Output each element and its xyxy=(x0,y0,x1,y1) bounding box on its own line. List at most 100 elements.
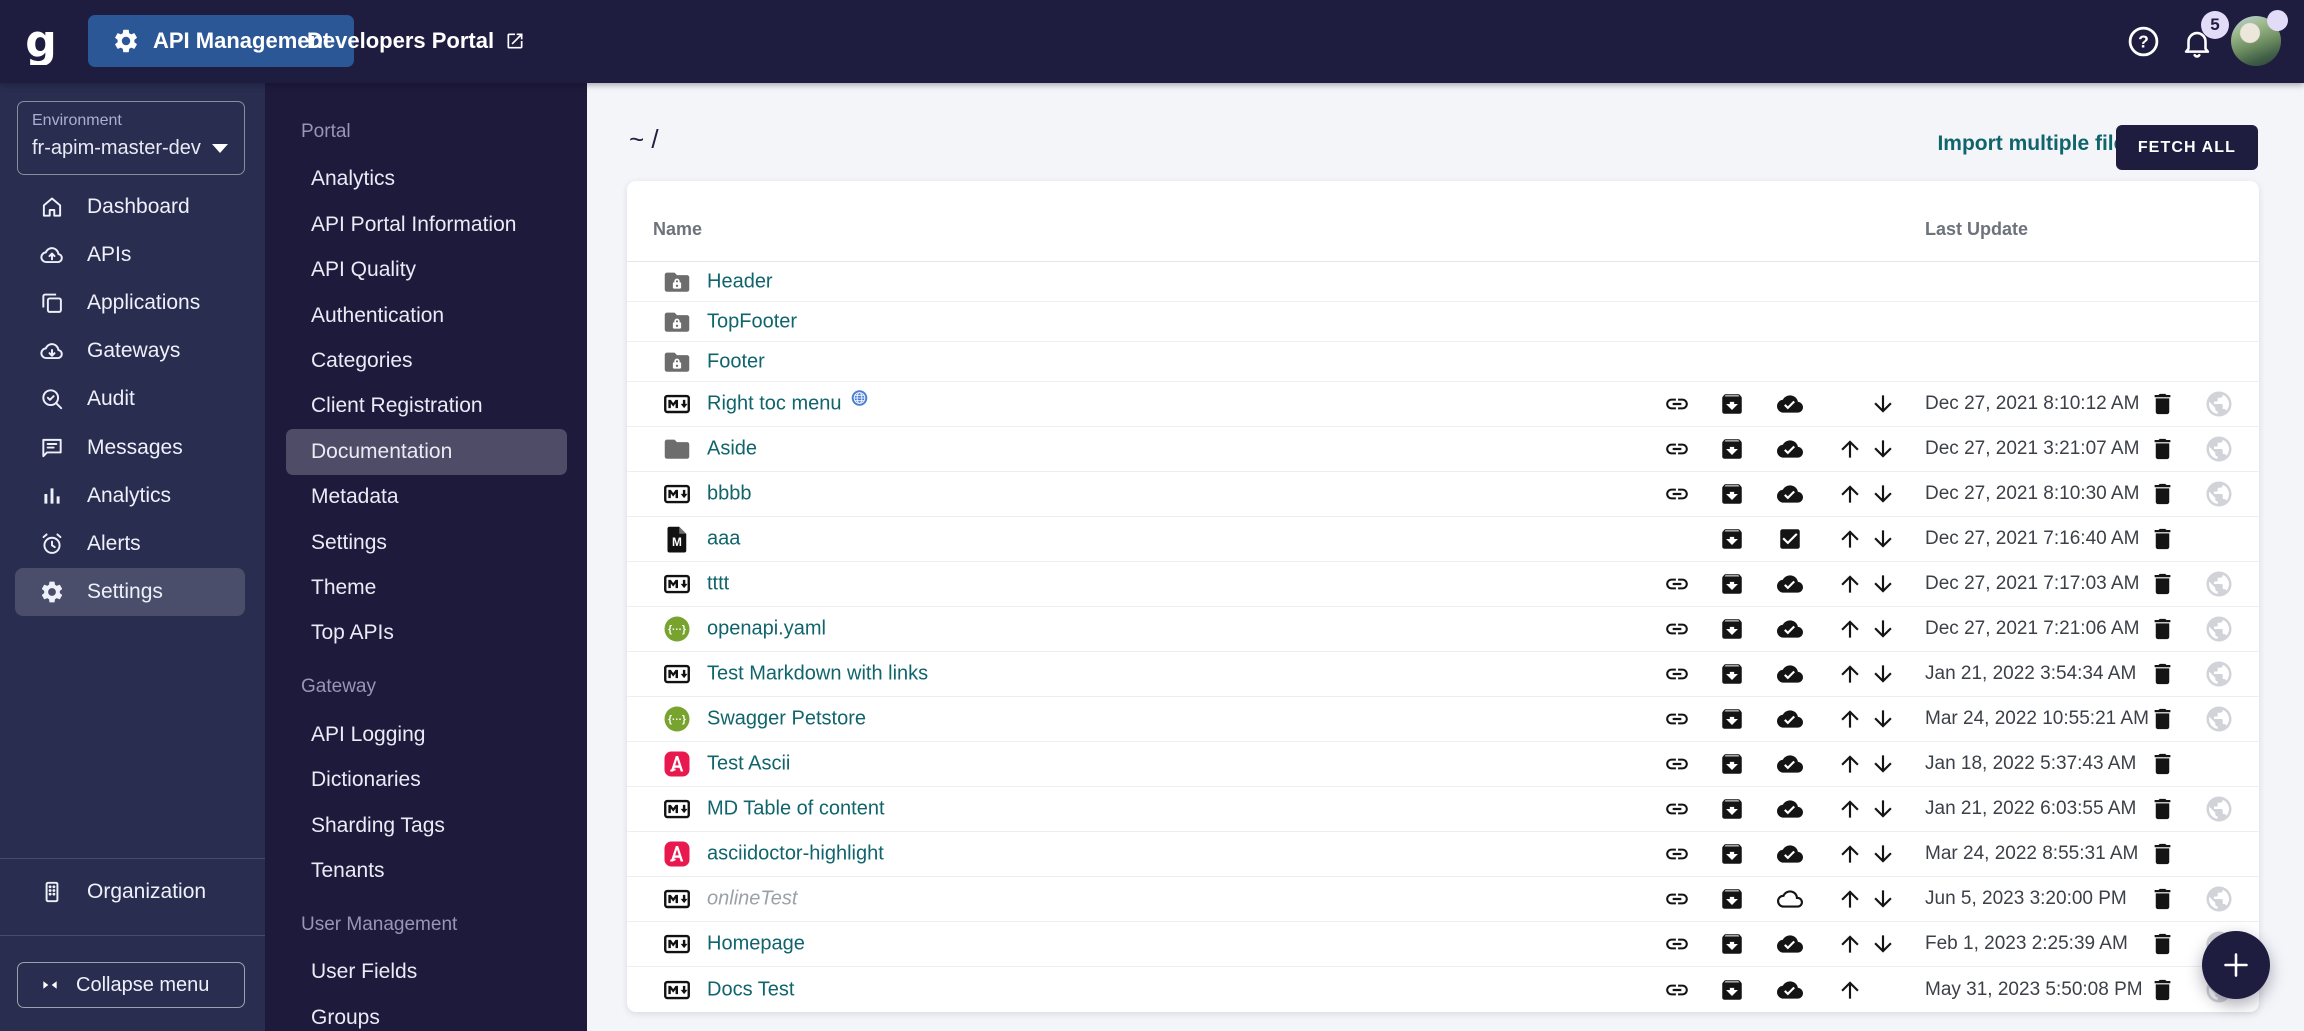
subnav-item-dictionaries[interactable]: Dictionaries xyxy=(286,757,567,803)
copy-link-button[interactable] xyxy=(1664,886,1690,912)
move-down-button[interactable] xyxy=(1870,751,1896,777)
publish-status-cloud-icon[interactable] xyxy=(1777,481,1803,507)
save-button[interactable] xyxy=(1719,751,1745,777)
page-name-link[interactable]: tttt xyxy=(707,573,729,596)
copy-link-button[interactable] xyxy=(1664,661,1690,687)
publish-status-cloud-icon[interactable] xyxy=(1777,571,1803,597)
environment-select[interactable]: Environment fr-apim-master-dev xyxy=(17,101,245,175)
save-button[interactable] xyxy=(1719,796,1745,822)
delete-button[interactable] xyxy=(2149,841,2176,868)
move-up-button[interactable] xyxy=(1837,616,1863,642)
save-button[interactable] xyxy=(1719,931,1745,957)
move-up-button[interactable] xyxy=(1837,931,1863,957)
publish-status-cloud-icon[interactable] xyxy=(1777,977,1803,1003)
move-up-button[interactable] xyxy=(1837,526,1863,552)
save-button[interactable] xyxy=(1719,616,1745,642)
move-up-button[interactable] xyxy=(1837,751,1863,777)
sidebar-item-apis[interactable]: APIs xyxy=(15,231,245,279)
copy-link-button[interactable] xyxy=(1664,841,1690,867)
copy-link-button[interactable] xyxy=(1664,796,1690,822)
page-name-link[interactable]: Test Ascii xyxy=(707,753,790,776)
move-up-button[interactable] xyxy=(1837,571,1863,597)
publish-checkbox[interactable] xyxy=(1777,526,1803,552)
move-down-button[interactable] xyxy=(1870,391,1896,417)
save-button[interactable] xyxy=(1719,436,1745,462)
move-down-button[interactable] xyxy=(1870,886,1896,912)
subnav-item-metadata[interactable]: Metadata xyxy=(286,474,567,520)
delete-button[interactable] xyxy=(2149,706,2176,733)
page-name-link[interactable]: Header xyxy=(707,270,773,293)
subnav-item-tenants[interactable]: Tenants xyxy=(286,848,567,894)
copy-link-button[interactable] xyxy=(1664,931,1690,957)
save-button[interactable] xyxy=(1719,526,1745,552)
move-down-button[interactable] xyxy=(1870,931,1896,957)
page-name-link[interactable]: Test Markdown with links xyxy=(707,663,928,686)
page-name-link[interactable]: openapi.yaml xyxy=(707,618,826,641)
page-name-link[interactable]: Aside xyxy=(707,438,757,461)
page-name-link[interactable]: MD Table of content xyxy=(707,798,885,821)
move-up-button[interactable] xyxy=(1837,886,1863,912)
page-name-link[interactable]: bbbb xyxy=(707,483,752,506)
breadcrumb[interactable]: ~ / xyxy=(629,124,659,155)
move-up-button[interactable] xyxy=(1837,841,1863,867)
subnav-item-documentation[interactable]: Documentation xyxy=(286,429,567,475)
sidebar-item-messages[interactable]: Messages xyxy=(15,424,245,472)
copy-link-button[interactable] xyxy=(1664,391,1690,417)
save-button[interactable] xyxy=(1719,661,1745,687)
page-name-link[interactable]: Homepage xyxy=(707,933,805,956)
publish-status-cloud-icon[interactable] xyxy=(1777,751,1803,777)
copy-link-button[interactable] xyxy=(1664,751,1690,777)
move-up-button[interactable] xyxy=(1837,481,1863,507)
delete-button[interactable] xyxy=(2149,616,2176,643)
save-button[interactable] xyxy=(1719,571,1745,597)
delete-button[interactable] xyxy=(2149,976,2176,1003)
import-multiple-files-link[interactable]: Import multiple files xyxy=(1937,132,2137,156)
save-button[interactable] xyxy=(1719,706,1745,732)
subnav-item-user-fields[interactable]: User Fields xyxy=(286,949,567,995)
save-button[interactable] xyxy=(1719,481,1745,507)
subnav-item-api-logging[interactable]: API Logging xyxy=(286,712,567,758)
copy-link-button[interactable] xyxy=(1664,436,1690,462)
publish-status-cloud-icon[interactable] xyxy=(1777,661,1803,687)
unpublished-cloud-icon[interactable] xyxy=(1777,886,1803,912)
collapse-menu-button[interactable]: Collapse menu xyxy=(17,962,245,1008)
sidebar-item-dashboard[interactable]: Dashboard xyxy=(15,183,245,231)
move-up-button[interactable] xyxy=(1837,436,1863,462)
move-down-button[interactable] xyxy=(1870,706,1896,732)
publish-status-cloud-icon[interactable] xyxy=(1777,796,1803,822)
save-button[interactable] xyxy=(1719,886,1745,912)
move-down-button[interactable] xyxy=(1870,481,1896,507)
page-name-link[interactable]: asciidoctor-highlight xyxy=(707,843,884,866)
delete-button[interactable] xyxy=(2149,796,2176,823)
save-button[interactable] xyxy=(1719,841,1745,867)
subnav-item-top-apis[interactable]: Top APIs xyxy=(286,610,567,656)
page-name-link[interactable]: aaa xyxy=(707,528,740,551)
move-down-button[interactable] xyxy=(1870,616,1896,642)
subnav-item-authentication[interactable]: Authentication xyxy=(286,293,567,339)
save-button[interactable] xyxy=(1719,391,1745,417)
delete-button[interactable] xyxy=(2149,931,2176,958)
developers-portal-link[interactable]: Developers Portal xyxy=(307,15,525,67)
subnav-item-api-quality[interactable]: API Quality xyxy=(286,247,567,293)
page-name-link[interactable]: Right toc menu xyxy=(707,390,868,416)
publish-status-cloud-icon[interactable] xyxy=(1777,931,1803,957)
subnav-item-analytics[interactable]: Analytics xyxy=(286,156,567,202)
move-up-button[interactable] xyxy=(1837,977,1863,1003)
copy-link-button[interactable] xyxy=(1664,977,1690,1003)
subnav-item-settings[interactable]: Settings xyxy=(286,520,567,566)
move-down-button[interactable] xyxy=(1870,526,1896,552)
delete-button[interactable] xyxy=(2149,436,2176,463)
page-name-link[interactable]: TopFooter xyxy=(707,310,797,333)
move-up-button[interactable] xyxy=(1837,661,1863,687)
copy-link-button[interactable] xyxy=(1664,706,1690,732)
sidebar-item-gateways[interactable]: Gateways xyxy=(15,327,245,375)
move-down-button[interactable] xyxy=(1870,661,1896,687)
delete-button[interactable] xyxy=(2149,886,2176,913)
delete-button[interactable] xyxy=(2149,661,2176,688)
fetch-all-button[interactable]: FETCH ALL xyxy=(2115,125,2258,170)
subnav-item-api-portal-information[interactable]: API Portal Information xyxy=(286,202,567,248)
help-button[interactable]: ? xyxy=(2126,24,2161,59)
sidebar-item-settings[interactable]: Settings xyxy=(15,568,245,616)
save-button[interactable] xyxy=(1719,977,1745,1003)
move-down-button[interactable] xyxy=(1870,571,1896,597)
